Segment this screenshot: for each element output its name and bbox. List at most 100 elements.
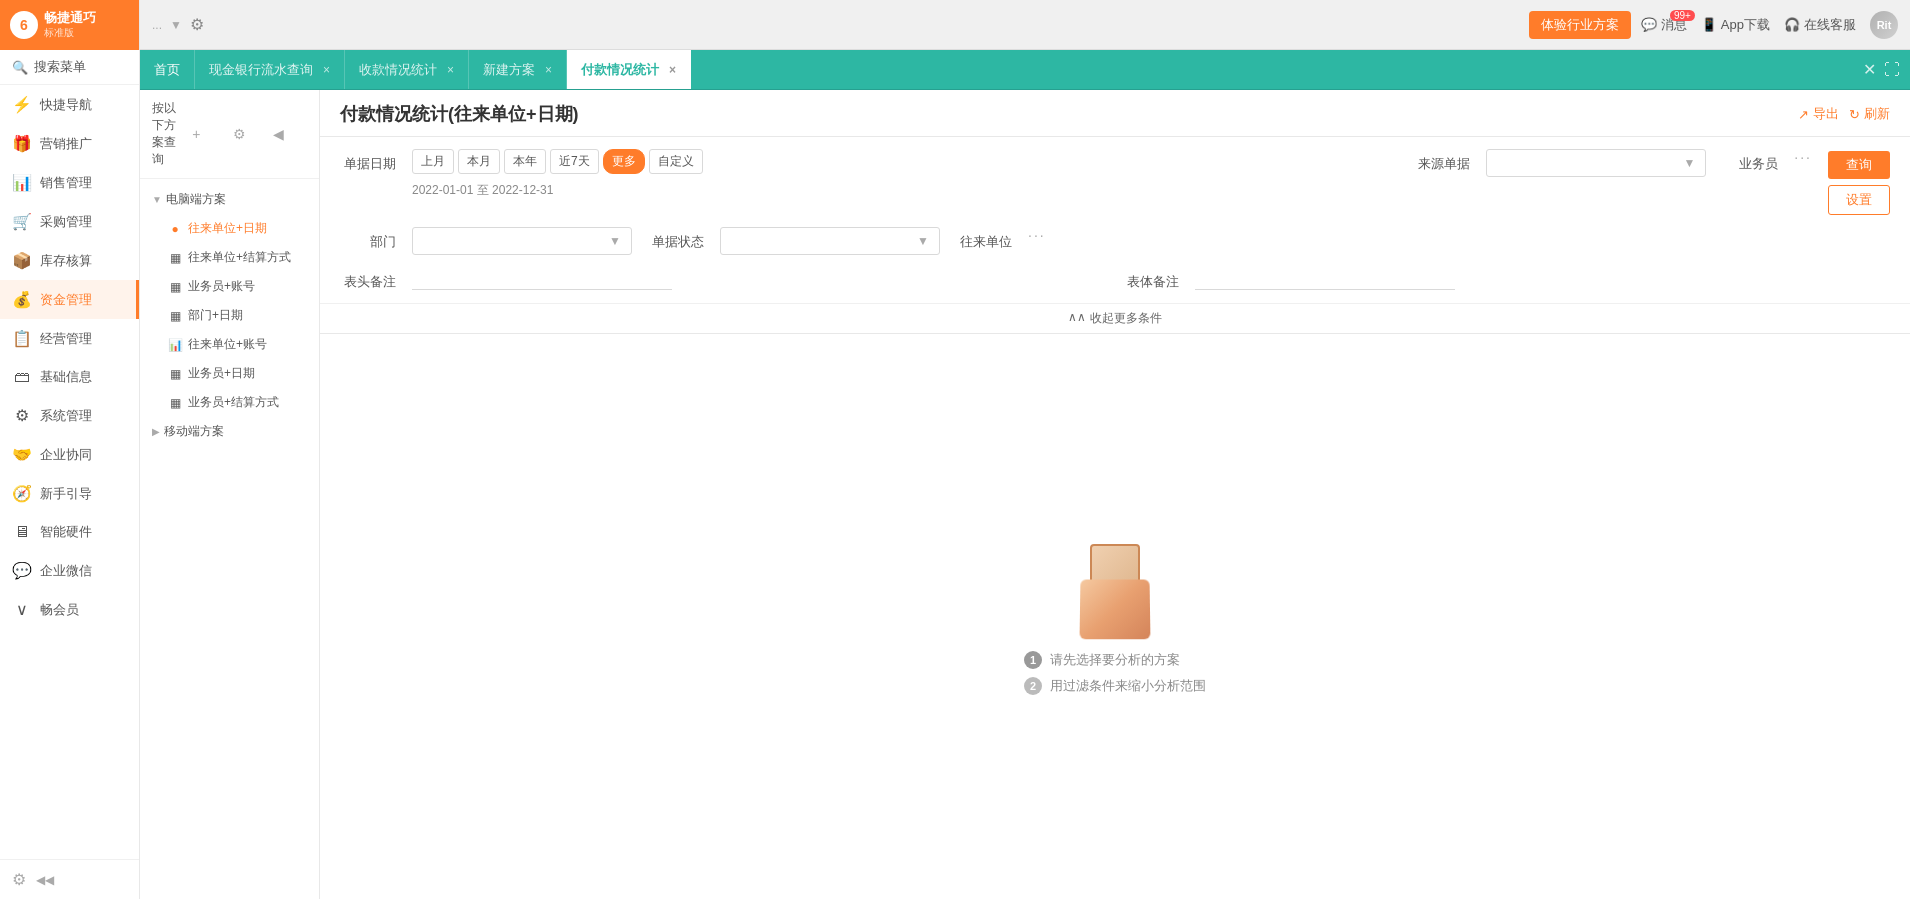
scheme-settings-icon[interactable]: ⚙ <box>233 126 267 142</box>
tab-home[interactable]: 首页 <box>140 50 195 89</box>
add-scheme-button[interactable]: + <box>192 126 226 142</box>
chart-icon: 📊 <box>12 173 32 192</box>
empty-screen <box>1090 544 1140 584</box>
page-header: 付款情况统计(往来单位+日期) ↗ 导出 ↻ 刷新 <box>320 90 1910 137</box>
close-tab-payment-icon[interactable]: × <box>669 63 676 77</box>
tab-new-scheme[interactable]: 新建方案 × <box>469 50 567 89</box>
money-icon: 💰 <box>12 290 32 309</box>
sidebar-item-basic[interactable]: 🗃 基础信息 <box>0 358 139 396</box>
sidebar-logo: 6 畅捷通巧 标准版 <box>0 0 139 50</box>
collapse-scheme-icon[interactable]: ◀ <box>273 126 307 142</box>
source-select[interactable]: ▼ <box>1486 149 1706 177</box>
scheme-item-counterpart-settle[interactable]: ▦ 往来单位+结算方式 <box>140 243 319 272</box>
query-button[interactable]: 查询 <box>1828 151 1890 179</box>
date-btn-custom[interactable]: 自定义 <box>649 149 703 174</box>
filter-row-3: 表头备注 表体备注 <box>340 267 1890 291</box>
date-btn-this-year[interactable]: 本年 <box>504 149 546 174</box>
empty-hint-1: 1 请先选择要分析的方案 <box>1024 651 1206 669</box>
date-range-display: 2022-01-01 至 2022-12-31 <box>412 182 553 199</box>
trial-button[interactable]: 体验行业方案 <box>1529 11 1631 39</box>
scheme-item-salesman-account[interactable]: ▦ 业务员+账号 <box>140 272 319 301</box>
monitor-icon: 🖥 <box>12 523 32 541</box>
sidebar-item-finance[interactable]: 💰 资金管理 <box>0 280 139 319</box>
sidebar-item-guide[interactable]: 🧭 新手引导 <box>0 474 139 513</box>
app-download-button[interactable]: 📱 App下载 <box>1701 16 1770 34</box>
scheme-item-salesman-settle[interactable]: ▦ 业务员+结算方式 <box>140 388 319 417</box>
close-tab-receipt-icon[interactable]: × <box>447 63 454 77</box>
scheme-item-dept-date[interactable]: ▦ 部门+日期 <box>140 301 319 330</box>
collapse-bar[interactable]: ∧∧ 收起更多条件 <box>320 304 1910 334</box>
sidebar-item-purchase[interactable]: 🛒 采购管理 <box>0 202 139 241</box>
settings-icon[interactable]: ⚙ <box>12 870 26 889</box>
mobile-scheme-group[interactable]: ▶ 移动端方案 <box>140 417 319 446</box>
sidebar-bottom: ⚙ ◀◀ <box>0 859 139 899</box>
box-icon: 📦 <box>12 251 32 270</box>
sidebar-item-quick-nav[interactable]: ⚡ 快捷导航 <box>0 85 139 124</box>
tab-receipt[interactable]: 收款情况统计 × <box>345 50 469 89</box>
sidebar-nav: ⚡ 快捷导航 🎁 营销推广 📊 销售管理 🛒 采购管理 📦 库存核算 💰 资金管… <box>0 85 139 859</box>
receipt-status-label: 单据状态 <box>648 227 704 251</box>
chevron-down-icon: ▼ <box>1683 156 1695 170</box>
salesman-more-btn[interactable]: ··· <box>1794 149 1812 165</box>
maximize-icon[interactable]: ⛶ <box>1884 61 1900 79</box>
scheme-item-counterpart-date[interactable]: ● 往来单位+日期 <box>140 214 319 243</box>
sidebar-item-inventory[interactable]: 📦 库存核算 <box>0 241 139 280</box>
date-btn-last-month[interactable]: 上月 <box>412 149 454 174</box>
counterpart-more-btn[interactable]: ··· <box>1028 227 1046 243</box>
gift-icon: 🎁 <box>12 134 32 153</box>
sidebar-item-enterprise[interactable]: 🤝 企业协同 <box>0 435 139 474</box>
collapse-sidebar-icon[interactable]: ◀◀ <box>36 873 54 887</box>
table-icon5: ▦ <box>168 396 182 410</box>
messages-button[interactable]: 💬 消息 99+ <box>1641 16 1687 34</box>
tab-payment[interactable]: 付款情况统计 × <box>567 50 691 89</box>
content-area: 按以下方案查询 + ⚙ ◀ ▼ 电脑端方案 ● 往来单位+日期 ▦ 往来单位+结… <box>140 90 1910 899</box>
close-tab-new-scheme-icon[interactable]: × <box>545 63 552 77</box>
topbar-actions: 体验行业方案 <box>1529 11 1631 39</box>
online-service-button[interactable]: 🎧 在线客服 <box>1784 16 1856 34</box>
scheme-item-counterpart-account[interactable]: 📊 往来单位+账号 <box>140 330 319 359</box>
member-icon: ∨ <box>12 600 32 619</box>
sidebar-item-business[interactable]: 📋 经营管理 <box>0 319 139 358</box>
sidebar-item-system[interactable]: ⚙ 系统管理 <box>0 396 139 435</box>
sidebar-item-wechat[interactable]: 💬 企业微信 <box>0 551 139 590</box>
chevron-down-icon: ▼ <box>170 18 182 32</box>
empty-box <box>1080 579 1151 639</box>
sidebar-item-sales[interactable]: 📊 销售管理 <box>0 163 139 202</box>
settings-icon[interactable]: ⚙ <box>190 15 204 34</box>
cart-icon: 🛒 <box>12 212 32 231</box>
message-badge: 99+ <box>1670 10 1695 21</box>
handshake-icon: 🤝 <box>12 445 32 464</box>
empty-hints: 1 请先选择要分析的方案 2 用过滤条件来缩小分析范围 <box>1024 651 1206 695</box>
avatar[interactable]: Rit <box>1870 11 1898 39</box>
receipt-status-select[interactable]: ▼ <box>720 227 940 255</box>
close-tab-bank-icon[interactable]: × <box>323 63 330 77</box>
sidebar-item-marketing[interactable]: 🎁 营销推广 <box>0 124 139 163</box>
close-all-tabs-icon[interactable]: ✕ <box>1863 60 1876 79</box>
date-btn-this-month[interactable]: 本月 <box>458 149 500 174</box>
date-btn-more[interactable]: 更多 <box>603 149 645 174</box>
compass-icon: 🧭 <box>12 484 32 503</box>
sidebar-item-hardware[interactable]: 🖥 智能硬件 <box>0 513 139 551</box>
page-title-row: 付款情况统计(往来单位+日期) ↗ 导出 ↻ 刷新 <box>340 102 1890 136</box>
tabs-right: ✕ ⛶ <box>1853 50 1910 89</box>
source-label: 来源单据 <box>1414 149 1470 173</box>
settings-button[interactable]: 设置 <box>1828 185 1890 215</box>
header-actions: ↗ 导出 ↻ 刷新 <box>1798 105 1890 123</box>
sidebar-item-member[interactable]: ∨ 畅会员 <box>0 590 139 629</box>
dept-select[interactable]: ▼ <box>412 227 632 255</box>
body-note-control <box>1195 267 1890 290</box>
scheme-item-salesman-date[interactable]: ▦ 业务员+日期 <box>140 359 319 388</box>
header-note-input[interactable] <box>412 267 672 290</box>
refresh-button[interactable]: ↻ 刷新 <box>1849 105 1890 123</box>
export-icon: ↗ <box>1798 107 1809 122</box>
tab-bank[interactable]: 现金银行流水查询 × <box>195 50 345 89</box>
export-button[interactable]: ↗ 导出 <box>1798 105 1839 123</box>
body-note-input[interactable] <box>1195 267 1455 290</box>
headset-icon: 🎧 <box>1784 17 1800 32</box>
refresh-icon: ↻ <box>1849 107 1860 122</box>
dept-label: 部门 <box>340 227 396 251</box>
filter-row-1: 单据日期 上月 本月 本年 近7天 更多 自定义 2022-01-01 至 20… <box>340 149 1890 215</box>
desktop-scheme-group[interactable]: ▼ 电脑端方案 <box>140 185 319 214</box>
date-btn-last-7days[interactable]: 近7天 <box>550 149 599 174</box>
search-menu[interactable]: 🔍 搜索菜单 <box>0 50 139 85</box>
